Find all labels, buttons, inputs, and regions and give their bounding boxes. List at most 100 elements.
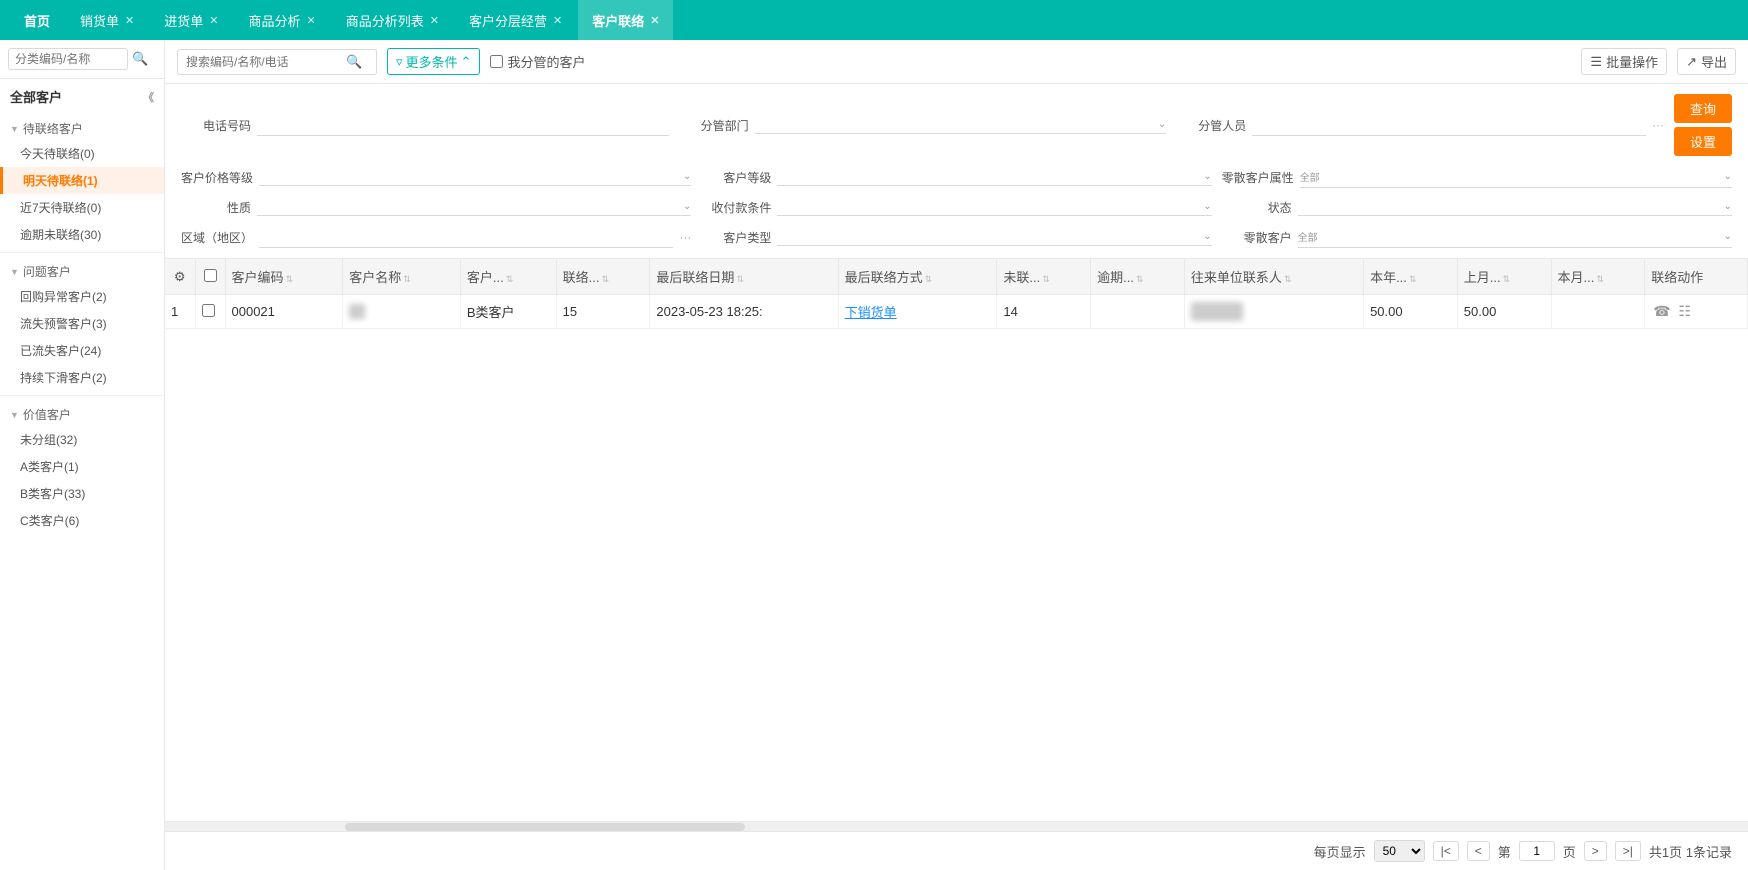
nature-select[interactable]: ⌄ (257, 198, 691, 216)
sidebar-search-icon[interactable]: 🔍 (132, 51, 148, 67)
row-checkbox[interactable] (202, 304, 215, 317)
th-type[interactable]: 客户...⇅ (460, 259, 556, 295)
customer-type-field: 客户类型 ⌄ (701, 228, 1211, 246)
my-customers-checkbox[interactable] (490, 55, 503, 68)
page-prev-btn[interactable]: < (1467, 841, 1490, 861)
settings-btn[interactable]: 设置 (1674, 127, 1732, 156)
td-uncontacted: 14 (997, 295, 1091, 329)
nav-close-goods-analysis-list[interactable]: ✕ (430, 14, 439, 27)
nav-close-goods-analysis[interactable]: ✕ (307, 14, 316, 27)
person-input[interactable] (1252, 115, 1646, 136)
th-last-contact-date[interactable]: 最后联络日期⇅ (650, 259, 838, 295)
th-contacts[interactable]: 联络...⇅ (556, 259, 650, 295)
sidebar-all-customers-label: 全部客户 (10, 87, 62, 106)
nav-close-purchaselist[interactable]: ✕ (209, 14, 218, 27)
page-first-btn[interactable]: |< (1433, 841, 1459, 861)
th-gear[interactable]: ⚙ (165, 259, 195, 295)
th-this-year[interactable]: 本年...⇅ (1364, 259, 1458, 295)
export-btn[interactable]: ↗ 导出 (1677, 48, 1736, 75)
filter-search-icon[interactable]: 🔍 (346, 54, 362, 70)
page-input[interactable] (1519, 841, 1555, 861)
sidebar-pending-group[interactable]: 待联络客户 (0, 114, 164, 140)
search-input[interactable] (186, 55, 346, 69)
th-contacts2[interactable]: 往来单位联系人⇅ (1184, 259, 1363, 295)
sidebar-item-c-class[interactable]: C类客户(6) (0, 507, 164, 534)
status-label: 状态 (1222, 199, 1292, 216)
advanced-filter-panel: 电话号码 分管部门 ⌄ 分管人员 ··· 查询 设置 (165, 84, 1748, 259)
td-checkbox[interactable] (195, 295, 225, 329)
my-customers-checkbox-wrapper[interactable]: 我分管的客户 (490, 52, 585, 71)
sidebar-value-group[interactable]: 价值客户 (0, 400, 164, 426)
data-table-container: ⚙ 客户编码⇅ 客户名称⇅ 客户...⇅ 联络...⇅ 最后联络日期⇅ 最后联络… (165, 259, 1748, 821)
nav-home[interactable]: 首页 (10, 0, 64, 40)
contact-method-link[interactable]: 下销货单 (845, 305, 897, 320)
content-area: 🔍 ▿ 更多条件 ⌃ 我分管的客户 ☰ 批量操作 ↗ 导出 (165, 40, 1748, 870)
sidebar-item-ungrouped[interactable]: 未分组(32) (0, 426, 164, 453)
region-ellipsis[interactable]: ··· (679, 230, 691, 244)
sidebar-item-a-class[interactable]: A类客户(1) (0, 453, 164, 480)
nav-salelist[interactable]: 销货单 ✕ (66, 0, 148, 40)
nav-customer-tier[interactable]: 客户分层经营 ✕ (455, 0, 576, 40)
td-last-contact-method[interactable]: 下销货单 (838, 295, 997, 329)
sidebar-item-7day-contact[interactable]: 近7天待联络(0) (0, 194, 164, 221)
sidebar-item-overdue-contact[interactable]: 逾期未联络(30) (0, 221, 164, 248)
sidebar-item-b-class[interactable]: B类客户(33) (0, 480, 164, 507)
th-uncontacted[interactable]: 未联...⇅ (997, 259, 1091, 295)
sidebar-item-churn-warning[interactable]: 流失预警客户(3) (0, 310, 164, 337)
th-code[interactable]: 客户编码⇅ (225, 259, 343, 295)
horizontal-scrollbar[interactable] (165, 821, 1748, 831)
nav-goods-analysis-list[interactable]: 商品分析列表 ✕ (332, 0, 453, 40)
nav-close-customer-contact[interactable]: ✕ (650, 14, 659, 27)
td-last-contact-date: 2023-05-23 18:25: (650, 295, 838, 329)
nature-label: 性质 (181, 199, 251, 216)
th-this-month[interactable]: 本月...⇅ (1551, 259, 1645, 295)
person-ellipsis[interactable]: ··· (1652, 118, 1664, 132)
page-last-btn[interactable]: >| (1615, 841, 1641, 861)
nav-close-customer-tier[interactable]: ✕ (553, 14, 562, 27)
nav-purchaselist[interactable]: 进货单 ✕ (150, 0, 232, 40)
dept-select[interactable]: ⌄ (755, 116, 1167, 134)
query-btn[interactable]: 查询 (1674, 94, 1732, 123)
action-call-icon[interactable]: ☎ (1653, 303, 1670, 319)
customer-type-select[interactable]: ⌄ (777, 228, 1211, 246)
payment-select[interactable]: ⌄ (777, 198, 1211, 216)
scrollbar-thumb[interactable] (345, 823, 745, 831)
per-page-select[interactable]: 50 100 200 (1374, 840, 1425, 862)
retail-attr-select[interactable]: 全部⌄ (1300, 166, 1732, 188)
price-grade-select[interactable]: ⌄ (259, 168, 691, 186)
table-row: 1 000021 Ea B类客户 15 2023-05-23 18:25: 下销… (165, 295, 1748, 329)
price-grade-label: 客户价格等级 (181, 169, 253, 186)
th-last-month[interactable]: 上月...⇅ (1457, 259, 1551, 295)
phone-input[interactable] (257, 115, 669, 136)
region-input[interactable] (259, 227, 673, 248)
nav-goods-analysis[interactable]: 商品分析 ✕ (234, 0, 329, 40)
action-more-icon[interactable]: ☷ (1678, 303, 1691, 319)
select-all-checkbox[interactable] (204, 269, 217, 282)
sidebar-all-customers-title[interactable]: 全部客户 《 (0, 79, 164, 114)
phone-label: 电话号码 (181, 117, 251, 134)
th-overdue[interactable]: 逾期...⇅ (1091, 259, 1185, 295)
sidebar-collapse-icon[interactable]: 《 (143, 89, 154, 105)
nav-close-salelist[interactable]: ✕ (125, 14, 134, 27)
more-conditions-label: 更多条件 (406, 52, 458, 71)
sidebar-item-tomorrow-contact[interactable]: 明天待联络(1) (0, 167, 164, 194)
sidebar-item-churned[interactable]: 已流失客户(24) (0, 337, 164, 364)
th-name[interactable]: 客户名称⇅ (343, 259, 461, 295)
page-next-btn[interactable]: > (1584, 841, 1607, 861)
th-last-contact-method[interactable]: 最后联络方式⇅ (838, 259, 997, 295)
more-conditions-btn[interactable]: ▿ 更多条件 ⌃ (387, 48, 480, 75)
sidebar-item-repurchase-abnormal[interactable]: 回购异常客户(2) (0, 283, 164, 310)
total-label: 共1页 1条记录 (1649, 842, 1732, 861)
sidebar-item-declining[interactable]: 持续下滑客户(2) (0, 364, 164, 391)
retail-attr-field: 零散客户属性 全部⌄ (1222, 166, 1732, 188)
customer-grade-label: 客户等级 (701, 169, 771, 186)
nav-customer-contact[interactable]: 客户联络 ✕ (578, 0, 673, 40)
sidebar-item-today-contact[interactable]: 今天待联络(0) (0, 140, 164, 167)
customer-grade-select[interactable]: ⌄ (777, 168, 1211, 186)
sidebar-search-input[interactable] (8, 48, 128, 70)
retail-customer-select[interactable]: 全部⌄ (1298, 226, 1732, 248)
sidebar-problem-group[interactable]: 问题客户 (0, 257, 164, 283)
batch-op-btn[interactable]: ☰ 批量操作 (1581, 48, 1667, 75)
th-check[interactable] (195, 259, 225, 295)
status-select[interactable]: ⌄ (1298, 198, 1732, 216)
